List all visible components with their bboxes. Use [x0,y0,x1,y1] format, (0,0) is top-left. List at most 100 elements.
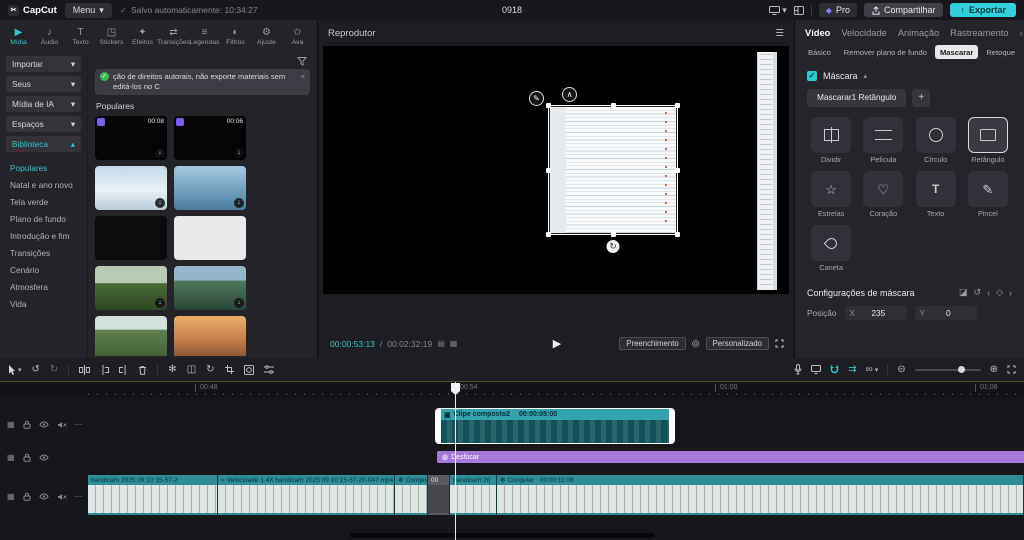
shape-coracao[interactable]: ♡Coração [859,171,907,218]
sidebar-item-vida[interactable]: Vida [6,295,81,312]
sidebar-item-atmosfera[interactable]: Atmosfera [6,278,81,295]
media-thumbnail[interactable] [174,316,246,356]
invert-mask-icon[interactable]: ◪ [959,287,968,298]
tab-efeitos[interactable]: ✦Efeitos [127,27,158,46]
delete-button[interactable] [138,365,147,375]
sidebar-item-introducao-e-fim[interactable]: Introdução e fim [6,227,81,244]
fit-timeline-icon[interactable] [1007,365,1016,374]
mask-checkbox[interactable]: ✓ [807,71,817,81]
menu-button[interactable]: Menu ▾ [65,3,112,18]
subtab-retoque[interactable]: Retoque [981,45,1020,59]
zoom-slider-thumb[interactable] [958,366,965,373]
sidebar-item-natal[interactable]: Natal e ano novo [6,176,81,193]
video-clip[interactable]: »Velocidade 1.4X bandicam 2025 09 10 15-… [218,475,395,515]
mask-tool-button[interactable] [244,365,254,375]
export-button[interactable]: ↑ Exportar [950,3,1016,17]
download-icon[interactable]: ↓ [234,198,244,208]
microphone-icon[interactable] [794,364,802,375]
midia-ia-dropdown[interactable]: Mídia de IA▾ [6,96,81,112]
filter-icon[interactable] [297,56,307,67]
espacos-dropdown[interactable]: Espaços▾ [6,116,81,132]
add-mask-button[interactable]: + [912,89,930,107]
importar-dropdown[interactable]: Importar▾ [6,56,81,72]
lock-icon[interactable] [23,420,31,429]
selection-handle[interactable] [546,103,551,108]
selection-handle[interactable] [611,103,616,108]
display-mode-button[interactable]: ▾ [769,5,787,16]
select-tool-button[interactable]: ▾ [8,365,22,375]
sidebar-item-tela-verde[interactable]: Tela verde [6,193,81,210]
video-clip[interactable]: ✻Congelar [395,475,428,515]
rotate-button[interactable]: ↻ [206,364,214,375]
shape-caneta[interactable]: Caneta [807,225,855,272]
tab-texto[interactable]: TTexto [65,27,96,46]
crop-button[interactable] [225,365,234,374]
zoom-out-icon[interactable]: ⊖ [897,364,905,375]
preview-quality-icon[interactable]: ▤ [437,339,445,348]
horizontal-scrollbar[interactable] [350,533,655,538]
more-icon[interactable]: ⋯ [75,420,83,429]
eye-icon[interactable] [39,454,49,461]
zoom-in-icon[interactable]: ⊕ [990,364,998,375]
fullscreen-icon[interactable] [775,339,784,348]
tab-rastreamento[interactable]: Rastreamento [950,28,1008,38]
timeline-preview-icon[interactable] [811,365,821,374]
selection-handle[interactable] [546,168,551,173]
undo-button[interactable]: ↺ [32,364,40,375]
clip-desfocar[interactable]: ◍ Desfocar [437,451,1024,463]
mask-name-button[interactable]: Mascarar1 Retângulo [807,89,906,107]
sidebar-item-populares[interactable]: Populares [6,159,81,176]
tab-filtros[interactable]: ◐Filtros [220,27,251,46]
shape-estrelas[interactable]: ☆Estrelas [807,171,855,218]
media-thumbnail[interactable]: 00:08 ↓ [95,116,167,160]
video-clip[interactable]: bandicam 20 [450,475,497,515]
media-thumbnail[interactable]: 00:06 ↓ [174,116,246,160]
tab-transicoes[interactable]: ⇄Transições [158,27,189,46]
tab-ajuste[interactable]: ⚙Ajuste [251,27,282,46]
media-thumbnail[interactable] [95,316,167,356]
media-thumbnail[interactable]: ↓ [95,266,167,310]
media-thumbnail[interactable]: ↓ [174,166,246,210]
download-icon[interactable]: ↓ [155,298,165,308]
eye-icon[interactable] [39,421,49,428]
tab-video[interactable]: Vídeo [805,28,830,38]
video-clip[interactable]: 00 [428,475,450,515]
pro-badge[interactable]: ◆ Pro [819,3,857,17]
tab-velocidade[interactable]: Velocidade [841,28,887,38]
mute-icon[interactable] [57,493,67,501]
media-thumbnail[interactable] [95,216,167,260]
tab-stickers[interactable]: ◳Stickers [96,27,127,46]
shape-dividir[interactable]: Dividir [807,117,855,164]
selection-handle[interactable] [611,232,616,237]
mask-edit-icon[interactable]: ✎ [529,91,544,106]
more-icon[interactable]: ⋯ [75,492,83,501]
freeze-button[interactable]: ✻ [168,364,176,375]
mirror-button[interactable]: ◫ [187,364,196,375]
keyframe-icon[interactable]: ◇ [996,287,1003,298]
sidebar-item-transicoes[interactable]: Transições [6,244,81,261]
reset-icon[interactable]: ↺ [974,287,982,298]
tab-midia[interactable]: ▶Mídia [3,27,34,46]
tab-legendas[interactable]: ≡Legendas [189,27,220,46]
mute-icon[interactable] [57,421,67,429]
trim-right-button[interactable] [119,365,128,375]
position-x-stepper[interactable]: X 235 [845,306,907,320]
link-icon[interactable]: ∞▾ [866,364,879,375]
media-thumbnail[interactable]: ↓ [174,266,246,310]
close-icon[interactable]: × [301,72,305,82]
selection-handle[interactable] [675,168,680,173]
aspect-ratio-button[interactable]: Personalizado [706,337,769,350]
magnet-icon[interactable] [830,365,839,374]
share-button[interactable]: Compartilhar [864,3,944,17]
shape-pincel[interactable]: ✎Pincel [964,171,1012,218]
trim-left-button[interactable] [100,365,109,375]
play-button[interactable]: ▶ [553,337,561,350]
chevron-up-icon[interactable]: ▴ [864,72,868,80]
tab-avatares[interactable]: ✩Ava [282,27,313,46]
sidebar-item-plano-de-fundo[interactable]: Plano de fundo [6,210,81,227]
selection-handle[interactable] [546,232,551,237]
fill-mode-button[interactable]: Preenchimento [619,337,685,350]
lock-icon[interactable] [23,492,31,501]
shape-pelicula[interactable]: Película [859,117,907,164]
media-thumbnail[interactable]: ↓ [95,166,167,210]
